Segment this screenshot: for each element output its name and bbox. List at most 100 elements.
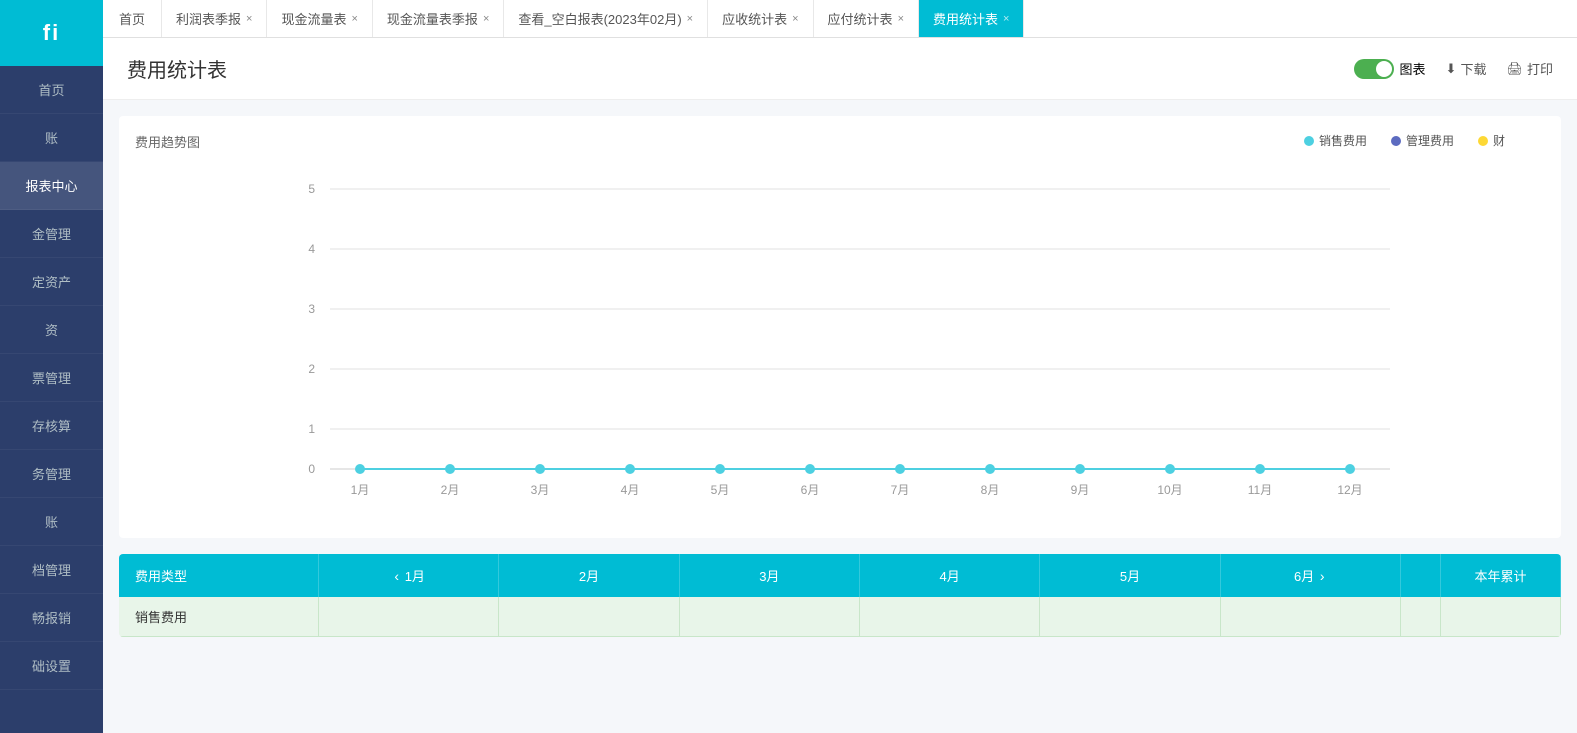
svg-text:7月: 7月 bbox=[891, 483, 910, 497]
th-spacer bbox=[1401, 554, 1441, 597]
download-icon: ⬇ bbox=[1446, 61, 1457, 77]
print-button[interactable]: 🖨 打印 bbox=[1506, 59, 1553, 78]
header-actions: 图表 ⬇ 下载 🖨 打印 bbox=[1354, 59, 1553, 79]
chart-point bbox=[985, 464, 995, 474]
legend-sales: 销售费用 bbox=[1304, 132, 1367, 149]
th-total: 本年累计 bbox=[1441, 554, 1561, 597]
th-m5: 5月 bbox=[1040, 554, 1220, 597]
close-icon[interactable]: × bbox=[351, 13, 357, 25]
legend-sales-label: 销售费用 bbox=[1319, 132, 1367, 149]
prev-month-arrow[interactable]: ‹ bbox=[392, 568, 401, 584]
svg-text:3月: 3月 bbox=[531, 483, 550, 497]
svg-text:3: 3 bbox=[308, 302, 315, 316]
sidebar-item-assets[interactable]: 定资产 bbox=[0, 258, 103, 306]
content-area: 费用统计表 图表 ⬇ 下载 🖨 打印 费用趋势图 bbox=[103, 38, 1577, 733]
svg-text:9月: 9月 bbox=[1071, 483, 1090, 497]
chart-point bbox=[445, 464, 455, 474]
sidebar-item-funds[interactable]: 金管理 bbox=[0, 210, 103, 258]
svg-text:5月: 5月 bbox=[711, 483, 730, 497]
tab-profit-quarterly[interactable]: 利润表季报 × bbox=[162, 0, 267, 37]
next-month-arrow[interactable]: › bbox=[1318, 568, 1327, 584]
chart-svg: 5 4 3 2 1 0 bbox=[135, 159, 1545, 519]
sidebar-item-reports[interactable]: 报表中心 bbox=[0, 162, 103, 210]
svg-text:12月: 12月 bbox=[1337, 483, 1362, 497]
td-m2 bbox=[499, 597, 679, 636]
print-icon: 🖨 bbox=[1506, 61, 1523, 77]
chart-toggle-label: 图表 bbox=[1400, 59, 1426, 78]
table-section: 费用类型 ‹ 1月 2月 3月 4月 5月 6月 › 本年累计 销售费 bbox=[119, 554, 1561, 637]
print-label: 打印 bbox=[1527, 59, 1553, 78]
svg-text:4: 4 bbox=[308, 242, 315, 256]
chart-point bbox=[1255, 464, 1265, 474]
th-m6-label: 6月 bbox=[1294, 569, 1314, 584]
tab-receivables-label: 应收统计表 bbox=[722, 9, 787, 28]
sidebar-item-inventory[interactable]: 存核算 bbox=[0, 402, 103, 450]
tab-blank-report-label: 查看_空白报表(2023年02月) bbox=[518, 9, 681, 28]
legend-dot-finance bbox=[1478, 136, 1488, 146]
sidebar-item-archives[interactable]: 档管理 bbox=[0, 546, 103, 594]
sidebar-item-settings[interactable]: 础设置 bbox=[0, 642, 103, 690]
table-body: 销售费用 bbox=[119, 597, 1561, 637]
tab-payables[interactable]: 应付统计表 × bbox=[814, 0, 919, 37]
download-button[interactable]: ⬇ 下载 bbox=[1446, 59, 1487, 78]
td-spacer bbox=[1401, 597, 1441, 636]
th-type: 费用类型 bbox=[119, 554, 319, 597]
close-icon[interactable]: × bbox=[792, 13, 798, 25]
sidebar-item-ledger[interactable]: 账 bbox=[0, 498, 103, 546]
legend-dot-sales bbox=[1304, 136, 1314, 146]
svg-text:6月: 6月 bbox=[801, 483, 820, 497]
td-type: 销售费用 bbox=[119, 597, 319, 636]
th-m1-label: 1月 bbox=[405, 569, 425, 584]
chart-toggle-wrap: 图表 bbox=[1354, 59, 1426, 79]
table-header: 费用类型 ‹ 1月 2月 3月 4月 5月 6月 › 本年累计 bbox=[119, 554, 1561, 597]
tab-cashflow-quarterly[interactable]: 现金流量表季报 × bbox=[373, 0, 504, 37]
th-prev[interactable]: ‹ 1月 bbox=[319, 554, 499, 597]
td-m3 bbox=[680, 597, 860, 636]
tab-cashflow[interactable]: 现金流量表 × bbox=[267, 0, 372, 37]
svg-text:1月: 1月 bbox=[351, 483, 370, 497]
download-label: 下载 bbox=[1460, 59, 1486, 78]
tab-blank-report[interactable]: 查看_空白报表(2023年02月) × bbox=[504, 0, 708, 37]
close-icon[interactable]: × bbox=[1003, 13, 1009, 25]
close-icon[interactable]: × bbox=[483, 13, 489, 25]
sidebar-item-resources[interactable]: 资 bbox=[0, 306, 103, 354]
chart-svg-container: 5 4 3 2 1 0 bbox=[135, 159, 1545, 522]
sidebar-item-services[interactable]: 务管理 bbox=[0, 450, 103, 498]
th-m2: 2月 bbox=[499, 554, 679, 597]
th-m3: 3月 bbox=[680, 554, 860, 597]
tab-cashflow-quarterly-label: 现金流量表季报 bbox=[387, 9, 478, 28]
close-icon[interactable]: × bbox=[687, 13, 693, 25]
sidebar-item-invoices[interactable]: 票管理 bbox=[0, 354, 103, 402]
sidebar-item-account[interactable]: 账 bbox=[0, 114, 103, 162]
tab-expense-stats-label: 费用统计表 bbox=[933, 9, 998, 28]
chart-point bbox=[535, 464, 545, 474]
td-m4 bbox=[860, 597, 1040, 636]
tab-home[interactable]: 首页 bbox=[103, 0, 162, 37]
tab-home-label: 首页 bbox=[119, 9, 145, 28]
chart-point bbox=[1165, 464, 1175, 474]
th-m6: 6月 › bbox=[1221, 554, 1401, 597]
svg-text:2月: 2月 bbox=[441, 483, 460, 497]
tab-profit-quarterly-label: 利润表季报 bbox=[176, 9, 241, 28]
legend-admin: 管理费用 bbox=[1391, 132, 1454, 149]
sidebar: fi 首页 账 报表中心 金管理 定资产 资 票管理 存核算 务管理 账 档管理… bbox=[0, 0, 103, 733]
svg-text:4月: 4月 bbox=[621, 483, 640, 497]
svg-text:1: 1 bbox=[308, 422, 315, 436]
chart-point bbox=[355, 464, 365, 474]
sidebar-item-home[interactable]: 首页 bbox=[0, 66, 103, 114]
sidebar-logo: fi bbox=[0, 0, 103, 66]
sidebar-item-expense[interactable]: 畅报销 bbox=[0, 594, 103, 642]
svg-text:2: 2 bbox=[308, 362, 315, 376]
legend-admin-label: 管理费用 bbox=[1406, 132, 1454, 149]
legend-finance: 财 bbox=[1478, 132, 1505, 149]
chart-legend: 销售费用 管理费用 财 bbox=[1304, 132, 1505, 149]
chart-toggle[interactable] bbox=[1354, 59, 1394, 79]
tab-expense-stats[interactable]: 费用统计表 × bbox=[919, 0, 1024, 37]
chart-point bbox=[1075, 464, 1085, 474]
page-header: 费用统计表 图表 ⬇ 下载 🖨 打印 bbox=[103, 38, 1577, 100]
tab-receivables[interactable]: 应收统计表 × bbox=[708, 0, 813, 37]
close-icon[interactable]: × bbox=[246, 13, 252, 25]
chart-point bbox=[805, 464, 815, 474]
close-icon[interactable]: × bbox=[898, 13, 904, 25]
svg-text:11月: 11月 bbox=[1248, 483, 1272, 497]
